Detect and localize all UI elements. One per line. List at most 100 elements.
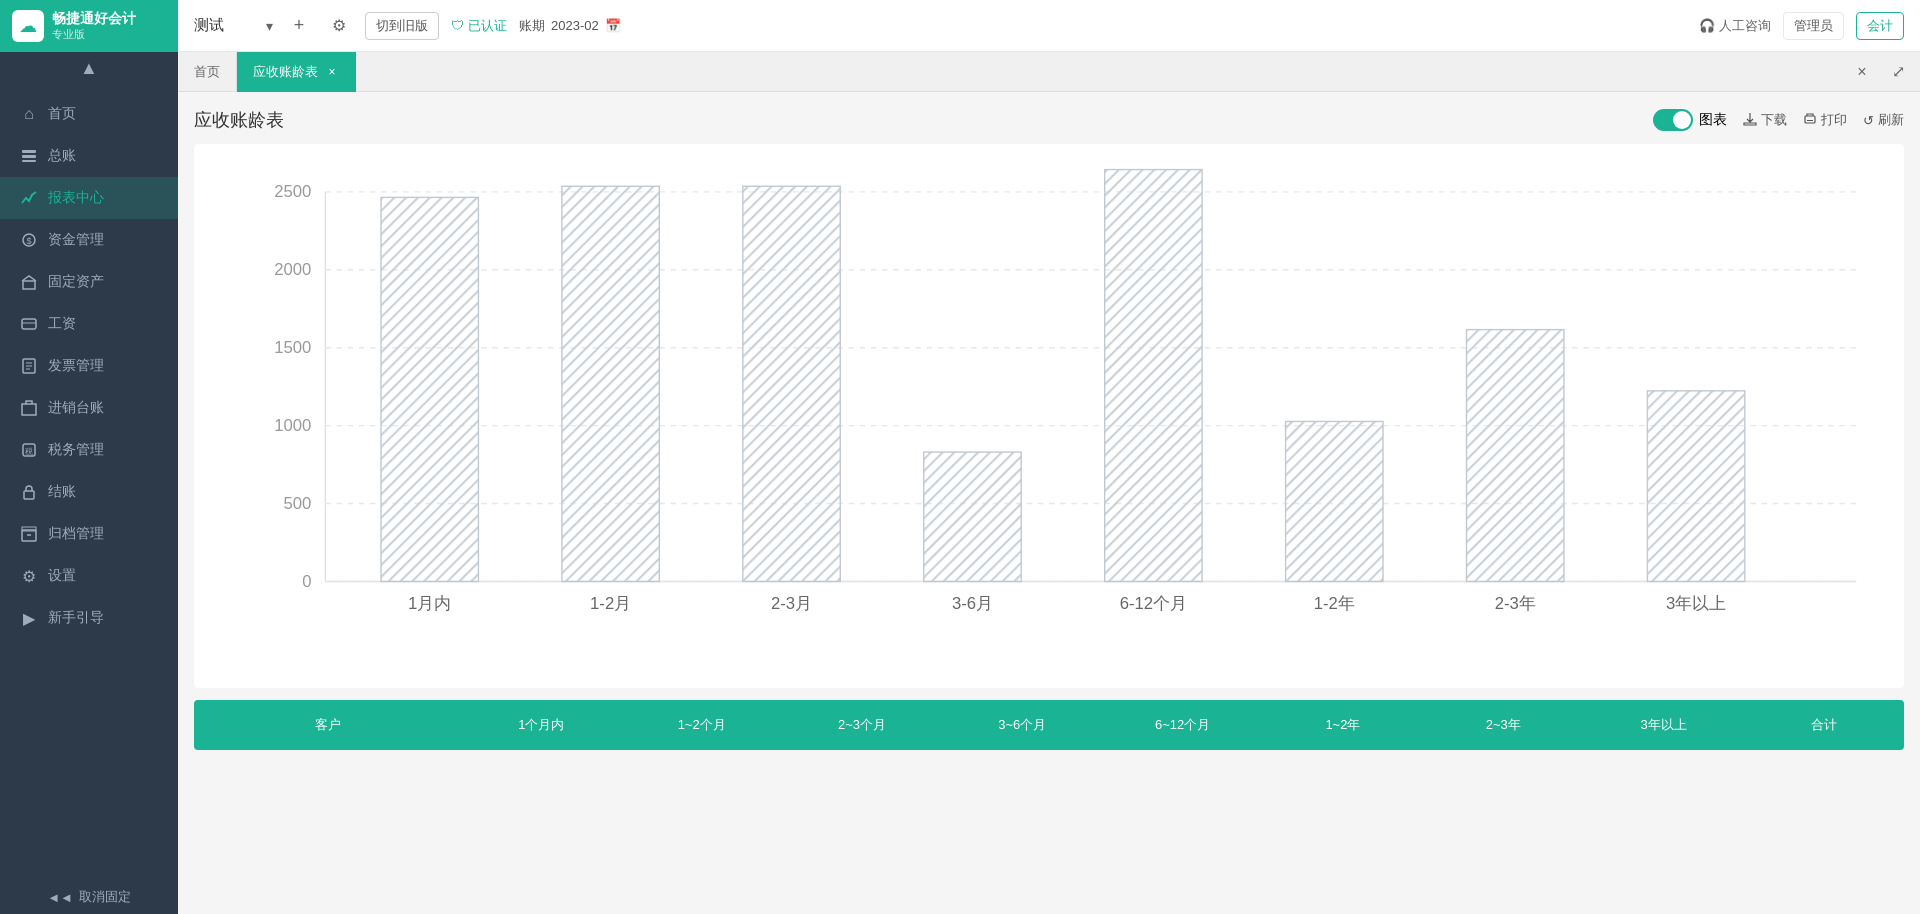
sidebar-item-label-closing: 结账: [48, 483, 76, 501]
th-1-2year: 1~2年: [1263, 700, 1423, 750]
sidebar-item-closing[interactable]: 结账: [0, 471, 178, 513]
sidebar-item-label-inventory: 进销台账: [48, 399, 104, 417]
sidebar-item-label-tax: 税务管理: [48, 441, 104, 459]
svg-rect-6: [22, 319, 36, 329]
help-label: 人工咨询: [1719, 17, 1771, 35]
svg-text:3年以上: 3年以上: [1666, 594, 1726, 613]
funds-icon: $: [20, 231, 38, 249]
tab-home[interactable]: 首页: [178, 52, 237, 92]
bar-chart-svg: 0 500 1000 1500 2000 2500: [214, 164, 1884, 665]
download-btn[interactable]: 下载: [1743, 111, 1787, 129]
tab-aging-label: 应收账龄表: [253, 63, 318, 81]
svg-text:1月内: 1月内: [408, 594, 451, 613]
svg-text:税: 税: [25, 447, 33, 456]
topbar: 测试 ▾ + ⚙ 切到旧版 🛡 已认证 账期 2023-02 📅 🎧 人工咨询 …: [178, 0, 1920, 52]
company-dropdown[interactable]: ▾: [266, 18, 273, 34]
svg-text:500: 500: [284, 494, 312, 513]
sidebar-item-label-wages: 工资: [48, 315, 76, 333]
topbar-settings-btn[interactable]: ⚙: [325, 12, 353, 40]
settings-icon: ⚙: [20, 567, 38, 585]
app-logo-icon: ☁: [12, 10, 44, 42]
svg-text:2-3年: 2-3年: [1495, 594, 1536, 613]
download-icon: [1743, 112, 1757, 129]
tax-icon: 税: [20, 441, 38, 459]
main-area: 测试 ▾ + ⚙ 切到旧版 🛡 已认证 账期 2023-02 📅 🎧 人工咨询 …: [178, 0, 1920, 914]
inventory-icon: [20, 399, 38, 417]
refresh-icon: ↺: [1863, 113, 1874, 128]
th-6-12month: 6~12个月: [1102, 700, 1262, 750]
sidebar-logo: ☁ 畅捷通好会计 专业版: [0, 0, 178, 52]
page-actions: 图表 下载 打印 ↺ 刷新: [1653, 109, 1904, 131]
th-1-2month: 1~2个月: [622, 700, 782, 750]
th-3-6month: 3~6个月: [942, 700, 1102, 750]
add-btn[interactable]: +: [285, 12, 313, 40]
svg-text:0: 0: [302, 572, 311, 591]
sidebar-item-label-settings: 设置: [48, 567, 76, 585]
sidebar-item-label-funds: 资金管理: [48, 231, 104, 249]
bar-1-2月: [562, 186, 659, 581]
toggle-knob: [1673, 111, 1691, 129]
pin-left-icon: ◄◄: [47, 890, 73, 905]
svg-rect-19: [1805, 116, 1815, 123]
window-expand-btn[interactable]: ⤢: [1884, 58, 1912, 86]
archive-icon: [20, 525, 38, 543]
bar-6-12个月: [1105, 170, 1202, 582]
sidebar-item-funds[interactable]: $ 资金管理: [0, 219, 178, 261]
sidebar-item-invoices[interactable]: 发票管理: [0, 345, 178, 387]
sidebar: ☁ 畅捷通好会计 专业版 ▲ ⌂ 首页 总账: [0, 0, 178, 914]
table-header: 客户 1个月内 1~2个月 2~3个月 3~6个月 6~12个月 1~2年 2~…: [194, 700, 1904, 750]
refresh-btn[interactable]: ↺ 刷新: [1863, 111, 1904, 129]
th-2-3year: 2~3年: [1423, 700, 1583, 750]
wages-icon: [20, 315, 38, 333]
aging-table: 客户 1个月内 1~2个月 2~3个月 3~6个月 6~12个月 1~2年 2~…: [194, 700, 1904, 750]
chart-toggle-label: 图表: [1699, 111, 1727, 129]
sidebar-item-wages[interactable]: 工资: [0, 303, 178, 345]
headset-icon: 🎧: [1699, 18, 1715, 33]
sidebar-item-home[interactable]: ⌂ 首页: [0, 93, 178, 135]
sidebar-nav: ⌂ 首页 总账 报表中心 $ 资金管理: [0, 85, 178, 647]
sidebar-scroll-up[interactable]: ▲: [0, 54, 178, 83]
cancel-fixed-btn[interactable]: ◄◄ 取消固定: [0, 880, 178, 914]
chart-area: 0 500 1000 1500 2000 2500: [194, 144, 1904, 688]
cancel-fixed-label: 取消固定: [79, 888, 131, 906]
sidebar-item-assets[interactable]: 固定资产: [0, 261, 178, 303]
oldver-btn[interactable]: 切到旧版: [365, 12, 439, 40]
page-header: 应收账龄表 图表 下载 打: [194, 108, 1904, 132]
bar-1-2年: [1286, 421, 1383, 581]
sidebar-item-tax[interactable]: 税 税务管理: [0, 429, 178, 471]
company-name: 测试: [194, 16, 254, 35]
sidebar-nav-scroll: ⌂ 首页 总账 报表中心 $ 资金管理: [0, 85, 178, 881]
tab-aging[interactable]: 应收账龄表 ×: [237, 52, 356, 92]
print-btn[interactable]: 打印: [1803, 111, 1847, 129]
help-btn[interactable]: 🎧 人工咨询: [1699, 17, 1771, 35]
sidebar-item-ledger[interactable]: 总账: [0, 135, 178, 177]
shield-icon: 🛡: [451, 18, 464, 33]
sidebar-item-settings[interactable]: ⚙ 设置: [0, 555, 178, 597]
sidebar-item-archive[interactable]: 归档管理: [0, 513, 178, 555]
chart-toggle[interactable]: [1653, 109, 1693, 131]
app-edition: 专业版: [52, 27, 136, 42]
th-2-3month: 2~3个月: [782, 700, 942, 750]
bar-2-3月: [743, 186, 840, 581]
invoices-icon: [20, 357, 38, 375]
sidebar-item-label-invoices: 发票管理: [48, 357, 104, 375]
sidebar-item-reports[interactable]: 报表中心: [0, 177, 178, 219]
sidebar-item-label-guide: 新手引导: [48, 609, 104, 627]
svg-text:1-2月: 1-2月: [590, 594, 631, 613]
sidebar-item-label-assets: 固定资产: [48, 273, 104, 291]
guide-icon: ▶: [20, 609, 38, 627]
svg-rect-20: [1807, 120, 1813, 121]
user-btn[interactable]: 管理员: [1783, 12, 1844, 40]
bar-3年以上: [1647, 391, 1744, 582]
role-btn[interactable]: 会计: [1856, 12, 1904, 40]
tab-aging-close[interactable]: ×: [324, 64, 340, 80]
svg-text:2500: 2500: [274, 182, 311, 201]
svg-text:$: $: [26, 236, 31, 246]
calendar-icon[interactable]: 📅: [605, 18, 621, 33]
sidebar-item-label-reports: 报表中心: [48, 189, 104, 207]
window-close-btn[interactable]: ×: [1848, 58, 1876, 86]
tabs-bar: 首页 应收账龄表 × × ⤢: [178, 52, 1920, 92]
sidebar-item-guide[interactable]: ▶ 新手引导: [0, 597, 178, 639]
th-total: 合计: [1744, 700, 1904, 750]
sidebar-item-inventory[interactable]: 进销台账: [0, 387, 178, 429]
